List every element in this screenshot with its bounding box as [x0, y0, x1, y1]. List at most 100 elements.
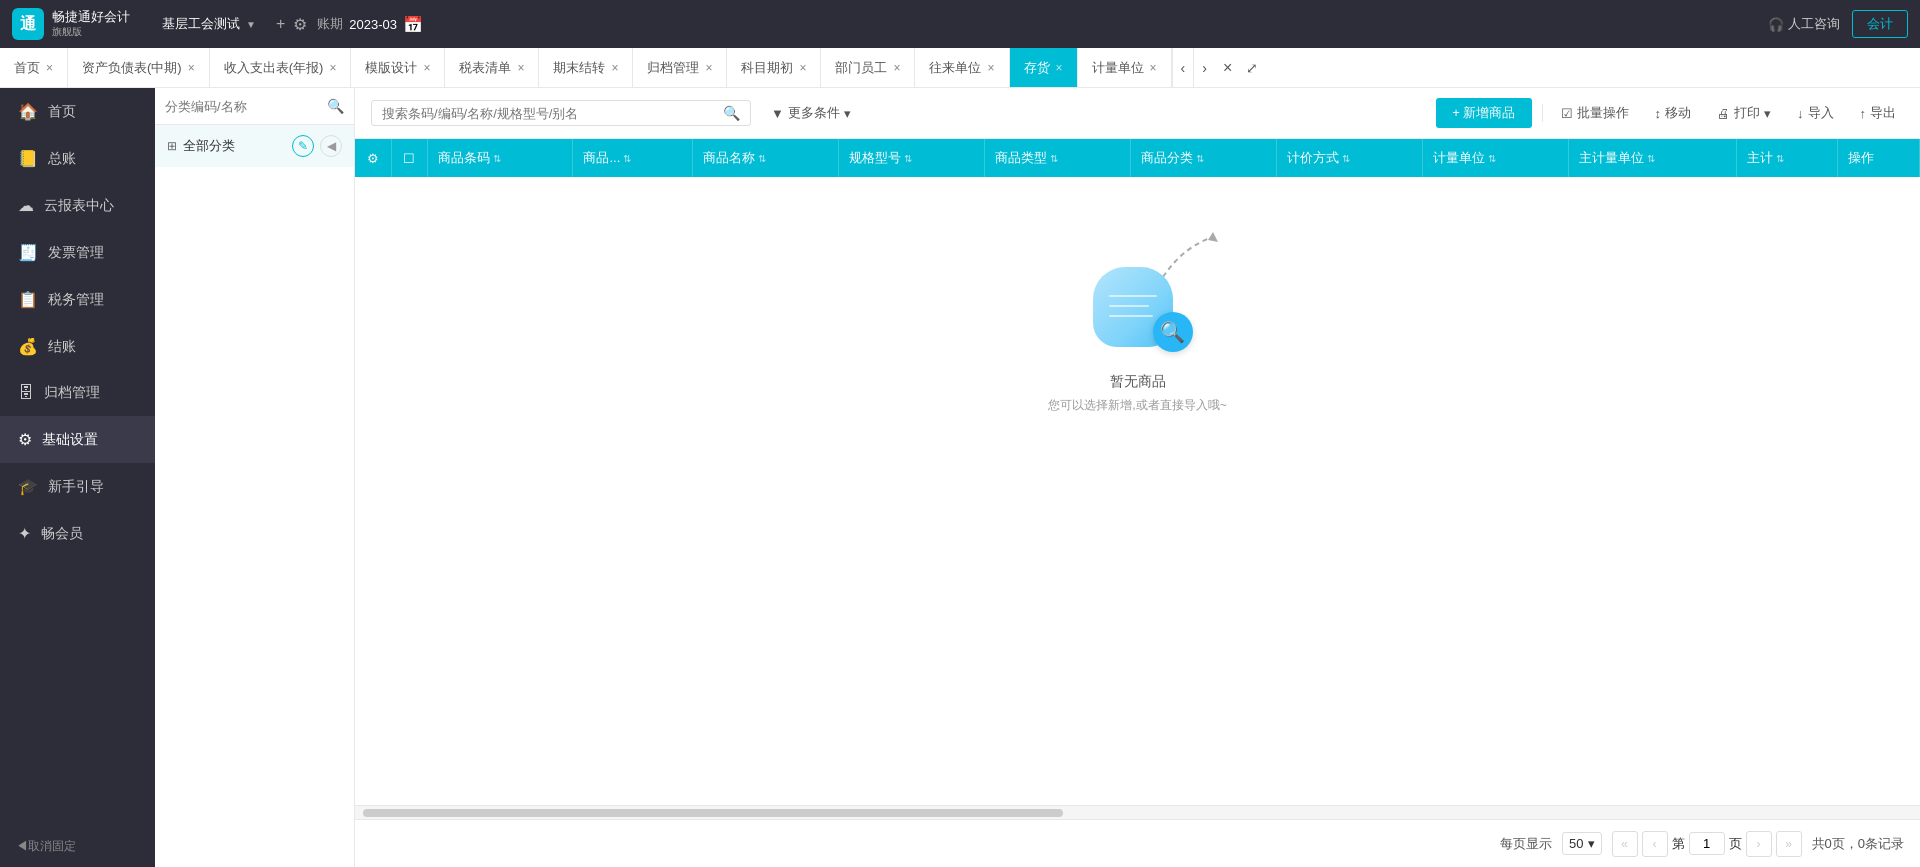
col-type[interactable]: 商品类型 ⇅ — [985, 139, 1131, 177]
close-tab-template[interactable]: × — [423, 61, 430, 75]
divider — [1542, 104, 1543, 122]
close-tab-dept[interactable]: × — [893, 61, 900, 75]
more-filter-button[interactable]: ▼ 更多条件 ▾ — [761, 100, 861, 126]
sidebar-item-invoice[interactable]: 🧾 发票管理 — [0, 229, 155, 276]
headset-icon: 🎧 — [1768, 17, 1784, 32]
checkout-icon: 💰 — [18, 337, 38, 356]
top-right-actions: 🎧 人工咨询 会计 — [1768, 10, 1908, 38]
per-page-select[interactable]: 50 ▾ — [1562, 832, 1601, 855]
sidebar-item-member[interactable]: ✦ 畅会员 — [0, 510, 155, 557]
tab-tax-list[interactable]: 税表清单 × — [445, 48, 539, 87]
tab-inventory[interactable]: 存货 × — [1010, 48, 1078, 87]
next-page-button[interactable]: › — [1746, 831, 1772, 857]
col-code[interactable]: 商品... ⇅ — [573, 139, 693, 177]
calendar-icon[interactable]: 📅 — [403, 15, 423, 34]
close-tab-unit[interactable]: × — [1150, 61, 1157, 75]
tab-contacts[interactable]: 往来单位 × — [915, 48, 1009, 87]
close-tab-inventory[interactable]: × — [1056, 61, 1063, 75]
tab-subject-init[interactable]: 科目期初 × — [727, 48, 821, 87]
tab-nav-next[interactable]: › — [1193, 48, 1215, 87]
category-search-bar: 🔍 — [155, 88, 354, 125]
per-page-arrow-icon: ▾ — [1588, 836, 1595, 851]
batch-operation-button[interactable]: ☑ 批量操作 — [1553, 100, 1637, 126]
sidebar-item-archive[interactable]: 🗄 归档管理 — [0, 370, 155, 416]
first-page-button[interactable]: « — [1612, 831, 1638, 857]
collapse-panel-button[interactable]: ◀ — [320, 135, 342, 157]
export-button[interactable]: ↑ 导出 — [1852, 100, 1905, 126]
sidebar-item-guide[interactable]: 🎓 新手引导 — [0, 463, 155, 510]
col-barcode[interactable]: 商品条码 ⇅ — [427, 139, 573, 177]
col-main-unit[interactable]: 主计量单位 ⇅ — [1568, 139, 1737, 177]
col-price-method[interactable]: 计价方式 ⇅ — [1276, 139, 1422, 177]
last-page-button[interactable]: » — [1776, 831, 1802, 857]
col-checkbox[interactable]: ☐ — [391, 139, 427, 177]
search-icon[interactable]: 🔍 — [723, 105, 740, 121]
sidebar-item-guide-label: 新手引导 — [48, 478, 104, 496]
sidebar-item-tax-label: 税务管理 — [48, 291, 104, 309]
settings-icon[interactable]: ⚙ — [293, 15, 307, 34]
close-all-tabs[interactable]: × — [1215, 48, 1240, 87]
category-search-icon[interactable]: 🔍 — [327, 98, 344, 114]
sidebar-item-archive-label: 归档管理 — [44, 384, 100, 402]
account-button[interactable]: 会计 — [1852, 10, 1908, 38]
all-categories[interactable]: ⊞ 全部分类 ✎ ◀ — [155, 125, 354, 167]
product-search-input[interactable] — [382, 106, 717, 121]
company-selector[interactable]: 基层工会测试 ▼ — [162, 15, 256, 33]
page-number-input[interactable] — [1689, 832, 1725, 855]
sidebar-item-ledger[interactable]: 📒 总账 — [0, 135, 155, 182]
import-button[interactable]: ↓ 导入 — [1789, 100, 1842, 126]
tab-archive[interactable]: 归档管理 × — [633, 48, 727, 87]
sidebar-item-cloud-report[interactable]: ☁ 云报表中心 — [0, 182, 155, 229]
tab-expand-icon[interactable]: ⤢ — [1240, 48, 1264, 87]
col-unit[interactable]: 计量单位 ⇅ — [1422, 139, 1568, 177]
sidebar-item-basic-settings[interactable]: ⚙ 基础设置 — [0, 416, 155, 463]
sidebar-item-checkout[interactable]: 💰 结账 — [0, 323, 155, 370]
product-table-wrap: ⚙ ☐ 商品条码 ⇅ 商品... ⇅ — [355, 139, 1920, 805]
close-tab-subject[interactable]: × — [799, 61, 806, 75]
add-tab-icon[interactable]: + — [276, 15, 285, 33]
close-tab-homepage[interactable]: × — [46, 61, 53, 75]
invoice-icon: 🧾 — [18, 243, 38, 262]
sort-icon: ⇅ — [493, 153, 501, 164]
close-tab-archive[interactable]: × — [705, 61, 712, 75]
settings-icon: ⚙ — [18, 430, 32, 449]
member-icon: ✦ — [18, 524, 31, 543]
move-button[interactable]: ↕ 移动 — [1647, 100, 1700, 126]
category-search-input[interactable] — [165, 99, 321, 114]
tab-template-design[interactable]: 模版设计 × — [351, 48, 445, 87]
edit-category-button[interactable]: ✎ — [292, 135, 314, 157]
close-tab-income[interactable]: × — [329, 61, 336, 75]
tab-homepage[interactable]: 首页 × — [0, 48, 68, 87]
sidebar: 🏠 首页 📒 总账 ☁ 云报表中心 🧾 发票管理 📋 税务管理 💰 结账 🗄 归… — [0, 88, 155, 867]
sidebar-item-tax[interactable]: 📋 税务管理 — [0, 276, 155, 323]
help-button[interactable]: 🎧 人工咨询 — [1768, 15, 1840, 33]
guide-icon: 🎓 — [18, 477, 38, 496]
page-navigation: « ‹ 第 页 › » — [1612, 831, 1802, 857]
tab-nav-prev[interactable]: ‹ — [1172, 48, 1194, 87]
col-name[interactable]: 商品名称 ⇅ — [693, 139, 839, 177]
horizontal-scrollbar[interactable] — [355, 805, 1920, 819]
close-tab-tax[interactable]: × — [517, 61, 524, 75]
tab-dept-staff[interactable]: 部门员工 × — [821, 48, 915, 87]
tab-income-expense[interactable]: 收入支出表(年报) × — [210, 48, 352, 87]
tab-unit[interactable]: 计量单位 × — [1078, 48, 1172, 87]
col-main-count[interactable]: 主计 ⇅ — [1737, 139, 1838, 177]
print-button[interactable]: 🖨 打印 ▾ — [1709, 100, 1779, 126]
unpin-sidebar-button[interactable]: ◀取消固定 — [0, 826, 155, 867]
add-product-button[interactable]: + 新增商品 — [1436, 98, 1531, 128]
main-layout: 🏠 首页 📒 总账 ☁ 云报表中心 🧾 发票管理 📋 税务管理 💰 结账 🗄 归… — [0, 88, 1920, 867]
filter-icon: ▼ — [771, 106, 784, 121]
empty-icon-wrap: 🔍 — [1083, 257, 1193, 357]
sort-icon: ⇅ — [758, 153, 766, 164]
tab-period-transfer[interactable]: 期末结转 × — [539, 48, 633, 87]
col-category[interactable]: 商品分类 ⇅ — [1131, 139, 1277, 177]
tab-balance-sheet[interactable]: 资产负债表(中期) × — [68, 48, 210, 87]
col-spec[interactable]: 规格型号 ⇅ — [839, 139, 985, 177]
scroll-thumb[interactable] — [363, 809, 1063, 817]
col-settings[interactable]: ⚙ — [355, 139, 391, 177]
sidebar-item-home[interactable]: 🏠 首页 — [0, 88, 155, 135]
close-tab-contacts[interactable]: × — [987, 61, 994, 75]
close-tab-balance[interactable]: × — [188, 61, 195, 75]
close-tab-period[interactable]: × — [611, 61, 618, 75]
prev-page-button[interactable]: ‹ — [1642, 831, 1668, 857]
